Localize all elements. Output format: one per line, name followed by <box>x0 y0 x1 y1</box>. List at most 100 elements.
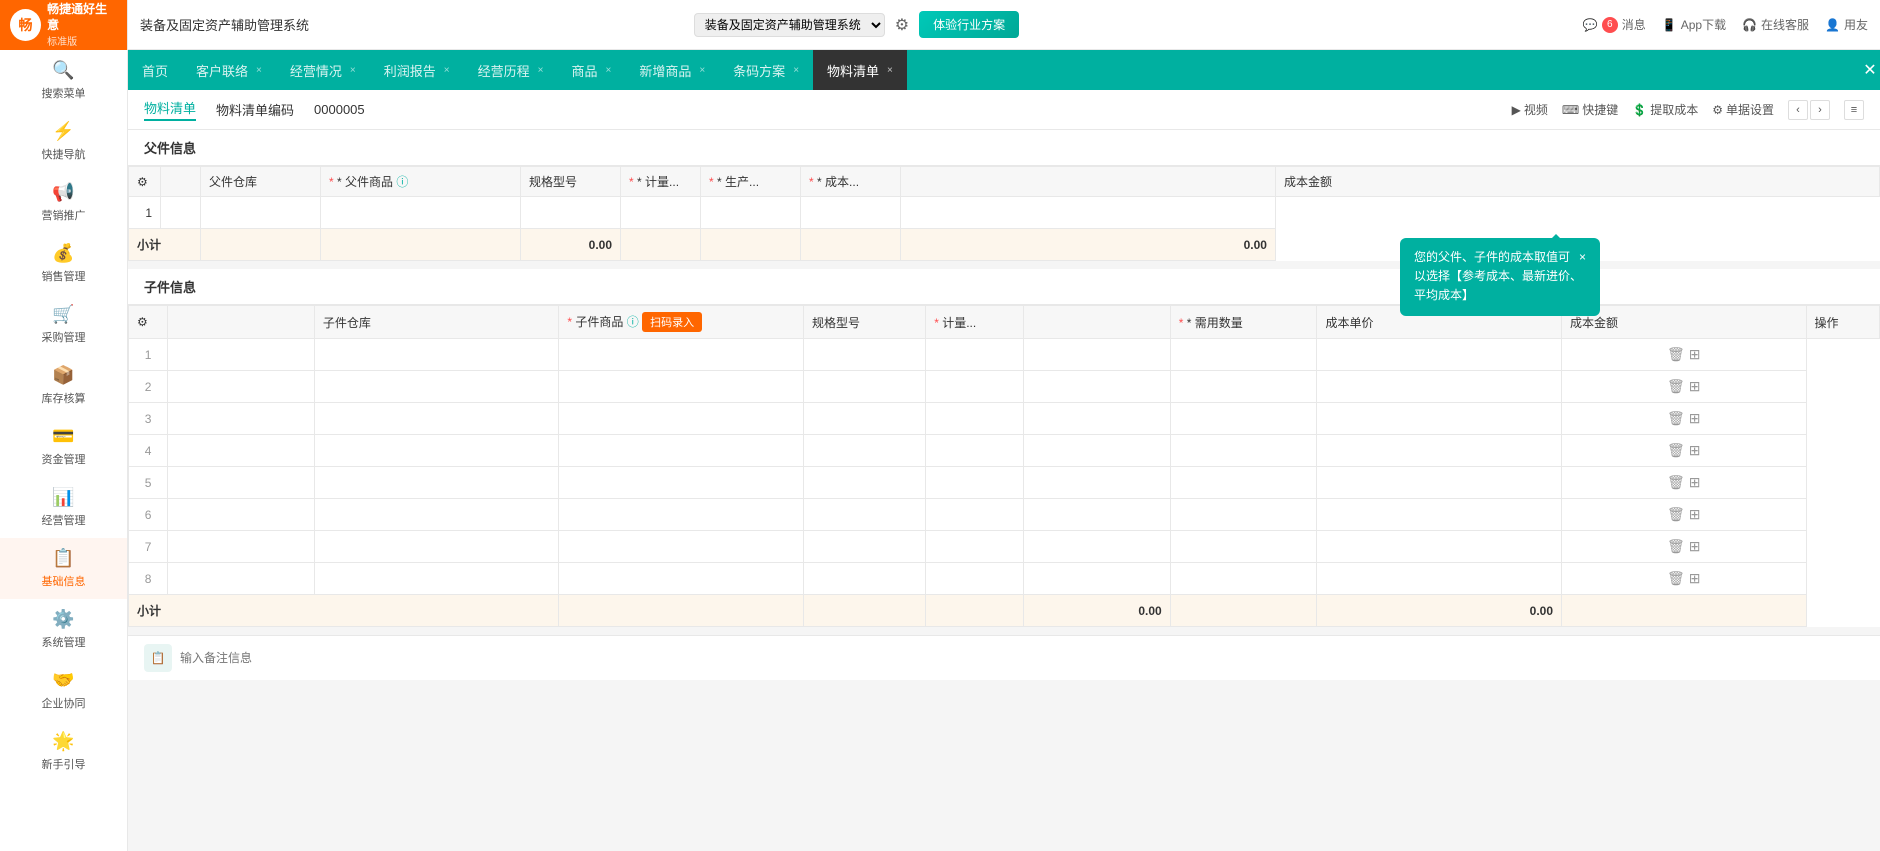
child-row-3-qty[interactable] <box>1024 403 1171 435</box>
tab-goods[interactable]: 商品 × <box>557 50 625 90</box>
child-row-8-unit-cost[interactable] <box>1170 563 1317 595</box>
child-row-5-unit-cost[interactable] <box>1170 467 1317 499</box>
delete-icon[interactable]: 🗑 <box>1667 474 1685 491</box>
parent-row-1-col7[interactable] <box>801 197 901 229</box>
parent-row-1-col4[interactable] <box>521 197 621 229</box>
tab-profit[interactable]: 利润报告 × <box>370 50 464 90</box>
child-row-2-warehouse[interactable] <box>168 371 315 403</box>
delete-icon[interactable]: 🗑 <box>1667 378 1685 395</box>
online-service-item[interactable]: 🎧 在线客服 <box>1742 16 1809 33</box>
sidebar-item-marketing[interactable]: 📢 营销推广 <box>0 172 127 233</box>
child-row-2-qty[interactable] <box>1024 371 1171 403</box>
child-row-6-warehouse[interactable] <box>168 499 315 531</box>
child-row-3-unit[interactable] <box>803 403 925 435</box>
sidebar-item-guide[interactable]: 🌟 新手引导 <box>0 721 127 782</box>
expand-btn[interactable]: ≡ <box>1844 100 1864 120</box>
sidebar-item-inventory[interactable]: 📦 库存核算 <box>0 355 127 416</box>
system-select[interactable]: 装备及固定资产辅助管理系统 <box>694 13 885 37</box>
child-row-4-warehouse[interactable] <box>168 435 315 467</box>
tab-newgoods[interactable]: 新增商品 × <box>625 50 719 90</box>
child-row-4-spec[interactable] <box>559 435 804 467</box>
parent-row-1-col5[interactable] <box>621 197 701 229</box>
copy-icon[interactable]: ⊞ <box>1689 410 1701 427</box>
sidebar-item-operation[interactable]: 📊 经营管理 <box>0 477 127 538</box>
child-row-1-unit-cost[interactable] <box>1170 339 1317 371</box>
copy-icon[interactable]: ⊞ <box>1689 506 1701 523</box>
tab-goods-close[interactable]: × <box>605 65 611 76</box>
settings-icon[interactable]: ⚙ <box>895 15 909 35</box>
tab-barcode[interactable]: 条码方案 × <box>719 50 813 90</box>
child-row-5-warehouse[interactable] <box>168 467 315 499</box>
th-parent-settings[interactable]: ⚙ <box>129 167 161 197</box>
child-row-5-product[interactable] <box>314 467 559 499</box>
sidebar-item-basic[interactable]: 📋 基础信息 <box>0 538 127 599</box>
child-row-5-spec[interactable] <box>559 467 804 499</box>
sidebar-item-sales[interactable]: 💰 销售管理 <box>0 233 127 294</box>
parent-row-1-col2[interactable] <box>201 197 321 229</box>
delete-icon[interactable]: 🗑 <box>1667 410 1685 427</box>
child-row-4-unit[interactable] <box>803 435 925 467</box>
delete-icon[interactable]: 🗑 <box>1667 346 1685 363</box>
copy-icon[interactable]: ⊞ <box>1689 346 1701 363</box>
tab-home[interactable]: 首页 <box>128 50 182 90</box>
sub-tab-bom-code[interactable]: 物料清单编码 <box>216 100 294 119</box>
child-row-6-spec[interactable] <box>559 499 804 531</box>
child-row-2-unit-cost[interactable] <box>1170 371 1317 403</box>
child-row-8-warehouse[interactable] <box>168 563 315 595</box>
notes-input[interactable] <box>180 651 480 665</box>
delete-icon[interactable]: 🗑 <box>1667 570 1685 587</box>
video-btn[interactable]: ▶ 视频 <box>1512 101 1548 118</box>
child-row-5-unit[interactable] <box>803 467 925 499</box>
sidebar-item-search[interactable]: 🔍 搜索菜单 <box>0 50 127 111</box>
child-row-6-unit-cost[interactable] <box>1170 499 1317 531</box>
child-row-1-qty[interactable] <box>1024 339 1171 371</box>
tab-barcode-close[interactable]: × <box>793 65 799 76</box>
tab-profit-close[interactable]: × <box>444 65 450 76</box>
tab-bom-close[interactable]: × <box>887 65 893 76</box>
shortcut-btn[interactable]: ⌨ 快捷键 <box>1562 101 1618 118</box>
th-child-settings[interactable]: ⚙ <box>129 306 168 339</box>
tab-business-close[interactable]: × <box>350 65 356 76</box>
sub-tab-bom[interactable]: 物料清单 <box>144 98 196 121</box>
copy-icon[interactable]: ⊞ <box>1689 570 1701 587</box>
child-row-1-spec[interactable] <box>559 339 804 371</box>
sidebar-item-collab[interactable]: 🤝 企业协同 <box>0 660 127 721</box>
extract-cost-btn[interactable]: 💲 提取成本 <box>1632 101 1698 118</box>
child-row-2-spec[interactable] <box>559 371 804 403</box>
child-row-6-qty[interactable] <box>1024 499 1171 531</box>
tab-customer-close[interactable]: × <box>256 65 262 76</box>
delete-icon[interactable]: 🗑 <box>1667 506 1685 523</box>
parent-row-1-col8[interactable] <box>901 197 1276 229</box>
child-row-1-unit[interactable] <box>803 339 925 371</box>
nav-prev[interactable]: ‹ <box>1788 100 1808 120</box>
child-row-8-spec[interactable] <box>559 563 804 595</box>
parent-row-1-col1[interactable] <box>161 197 201 229</box>
copy-icon[interactable]: ⊞ <box>1689 474 1701 491</box>
child-row-7-unit[interactable] <box>803 531 925 563</box>
sidebar-item-finance[interactable]: 💳 资金管理 <box>0 416 127 477</box>
tab-bom[interactable]: 物料清单 × <box>813 50 907 90</box>
tab-close-all[interactable]: ✕ <box>1860 50 1880 90</box>
child-row-1-product[interactable] <box>314 339 559 371</box>
trial-button[interactable]: 体验行业方案 <box>919 11 1019 38</box>
child-row-8-product[interactable] <box>314 563 559 595</box>
copy-icon[interactable]: ⊞ <box>1689 378 1701 395</box>
tab-history-close[interactable]: × <box>538 65 544 76</box>
nav-next[interactable]: › <box>1810 100 1830 120</box>
child-row-4-qty[interactable] <box>1024 435 1171 467</box>
sidebar-item-system[interactable]: ⚙️ 系统管理 <box>0 599 127 660</box>
message-item[interactable]: 💬 6 消息 <box>1583 16 1646 33</box>
child-row-3-unit-cost[interactable] <box>1170 403 1317 435</box>
delete-icon[interactable]: 🗑 <box>1667 538 1685 555</box>
sidebar-item-purchase[interactable]: 🛒 采购管理 <box>0 294 127 355</box>
child-row-3-spec[interactable] <box>559 403 804 435</box>
child-row-1-warehouse[interactable] <box>168 339 315 371</box>
child-row-4-unit-cost[interactable] <box>1170 435 1317 467</box>
sidebar-item-quicknav[interactable]: ⚡ 快捷导航 <box>0 111 127 172</box>
child-row-7-unit-cost[interactable] <box>1170 531 1317 563</box>
child-row-2-product[interactable] <box>314 371 559 403</box>
child-row-3-warehouse[interactable] <box>168 403 315 435</box>
child-row-4-product[interactable] <box>314 435 559 467</box>
tab-history[interactable]: 经营历程 × <box>464 50 558 90</box>
child-row-6-product[interactable] <box>314 499 559 531</box>
